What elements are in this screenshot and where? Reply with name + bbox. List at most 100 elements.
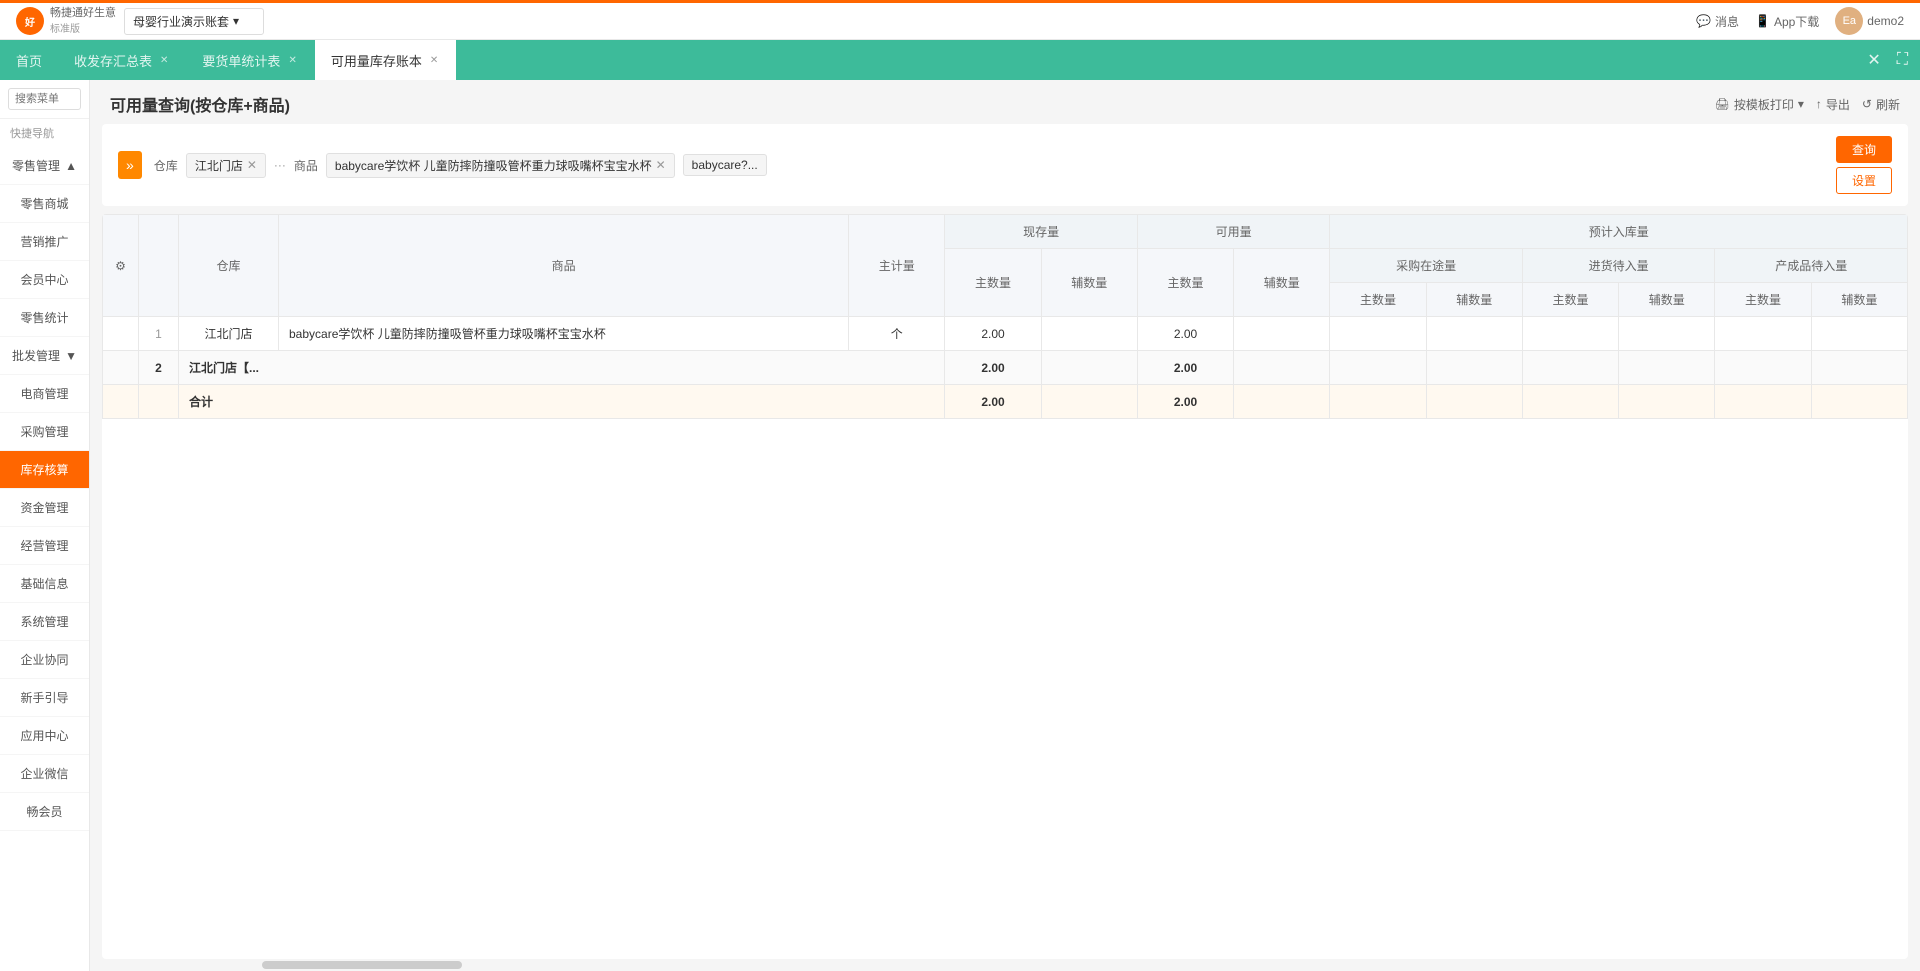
tab-available-stock[interactable]: 可用量库存账本 ✕ <box>315 40 456 80</box>
sidebar-item-zero-stats-label: 零售统计 <box>20 309 68 326</box>
th-available-aux: 辅数量 <box>1234 249 1330 317</box>
product-tag-2-label: babycare?... <box>692 158 758 172</box>
content-area: 可用量查询(按仓库+商品) 🖨 按模板打印 ▾ ↑ 导出 ↺ 刷新 » <box>90 80 1920 971</box>
data-table: ⚙ 仓库 商品 主计量 现存量 可用量 预计入库量 主数量 辅数量 主数量 辅数… <box>102 214 1908 419</box>
tab-receive-summary-close[interactable]: ✕ <box>158 53 170 68</box>
sidebar-item-purchase[interactable]: 采购管理 <box>0 413 89 451</box>
search-input[interactable] <box>8 88 81 110</box>
query-button[interactable]: 查询 <box>1836 136 1892 163</box>
td-production-main <box>1715 317 1811 351</box>
refresh-action[interactable]: ↺ 刷新 <box>1862 96 1900 113</box>
group-incoming-aux <box>1619 351 1715 385</box>
quick-nav-label: 快捷导航 <box>0 119 89 147</box>
th-incoming-aux: 辅数量 <box>1619 283 1715 317</box>
sidebar-item-newbie[interactable]: 新手引导 <box>0 679 89 717</box>
logo-text-area: 畅捷通好生意 标准版 <box>50 7 116 35</box>
sidebar-item-zero-sales[interactable]: 零售管理 ▲ <box>0 147 89 185</box>
tab-home[interactable]: 首页 <box>0 40 58 80</box>
td-incoming-main <box>1522 317 1618 351</box>
td-product: babycare学饮杯 儿童防摔防撞吸管杯重力球吸嘴杯宝宝水杯 <box>279 317 849 351</box>
sidebar-item-marketing-label: 营销推广 <box>20 233 68 250</box>
group-settings <box>103 351 139 385</box>
sidebar-item-member-label: 畅会员 <box>26 803 62 820</box>
tab-available-stock-label: 可用量库存账本 <box>331 51 422 70</box>
td-settings <box>103 317 139 351</box>
sidebar-item-enterprise-label: 企业协同 <box>20 651 68 668</box>
sidebar-item-system-label: 系统管理 <box>20 613 68 630</box>
group-available-aux <box>1234 351 1330 385</box>
sidebar-item-marketing[interactable]: 营销推广 <box>0 223 89 261</box>
nav-tabs-actions: ✕ ⛶ <box>1863 46 1920 74</box>
sidebar-item-ecommerce[interactable]: 电商管理 <box>0 375 89 413</box>
top-bar-right: 💬 消息 📱 App下载 Ea demo2 <box>1696 7 1904 35</box>
main-layout: 快捷导航 零售管理 ▲ 零售商城 营销推广 会员中心 零售统计 批发管理 ▼ 电… <box>0 80 1920 971</box>
footer-purchase-aux <box>1426 385 1522 419</box>
group-index: 2 <box>139 351 179 385</box>
td-production-aux <box>1811 317 1907 351</box>
horizontal-scrollbar[interactable] <box>262 961 462 969</box>
sidebar-item-zero-shop-label: 零售商城 <box>20 195 68 212</box>
warehouse-more[interactable]: ··· <box>274 158 286 172</box>
industry-selector[interactable]: 母婴行业演示账套 ▾ <box>124 8 264 35</box>
group-current-main: 2.00 <box>945 351 1041 385</box>
print-action[interactable]: 🖨 按模板打印 ▾ <box>1715 96 1804 113</box>
user-action[interactable]: Ea demo2 <box>1835 7 1904 35</box>
app-download-action[interactable]: 📱 App下载 <box>1755 13 1819 30</box>
settings-button[interactable]: 设置 <box>1836 167 1892 194</box>
maximize-btn[interactable]: ⛶ <box>1893 47 1912 73</box>
message-action[interactable]: 💬 消息 <box>1696 13 1739 30</box>
warehouse-tag-remove[interactable]: ✕ <box>247 158 257 172</box>
sidebar-item-member[interactable]: 畅会员 <box>0 793 89 831</box>
th-current-main: 主数量 <box>945 249 1041 317</box>
close-tab-btn[interactable]: ✕ <box>1863 46 1884 74</box>
message-icon: 💬 <box>1696 14 1711 28</box>
sidebar-item-finance[interactable]: 资金管理 <box>0 489 89 527</box>
filter-expand-btn[interactable]: » <box>118 151 142 179</box>
sidebar-item-batch-mgmt[interactable]: 批发管理 ▼ <box>0 337 89 375</box>
sidebar-item-purchase-label: 采购管理 <box>20 423 68 440</box>
th-expected-group: 预计入库量 <box>1330 215 1908 249</box>
sidebar-item-basics-label: 基础信息 <box>20 575 68 592</box>
td-purchase-aux <box>1426 317 1522 351</box>
dropdown-icon: ▾ <box>233 14 239 28</box>
tab-home-label: 首页 <box>16 51 42 70</box>
sidebar-item-apps[interactable]: 应用中心 <box>0 717 89 755</box>
th-unit: 主计量 <box>849 215 945 317</box>
footer-current-aux <box>1041 385 1137 419</box>
export-action[interactable]: ↑ 导出 <box>1816 96 1850 113</box>
th-available-group: 可用量 <box>1137 215 1330 249</box>
export-label: 导出 <box>1826 96 1850 113</box>
th-product: 商品 <box>279 215 849 317</box>
sidebar-item-system[interactable]: 系统管理 <box>0 603 89 641</box>
product-tag-1-remove[interactable]: ✕ <box>656 158 666 172</box>
sidebar-item-inventory[interactable]: 库存核算 <box>0 451 89 489</box>
sidebar-item-operations[interactable]: 经营管理 <box>0 527 89 565</box>
sidebar-item-wechat[interactable]: 企业微信 <box>0 755 89 793</box>
sidebar-item-zero-stats[interactable]: 零售统计 <box>0 299 89 337</box>
footer-index <box>139 385 179 419</box>
sidebar-item-finance-label: 资金管理 <box>20 499 68 516</box>
refresh-icon: ↺ <box>1862 97 1872 111</box>
sidebar-item-inventory-label: 库存核算 <box>20 461 68 478</box>
footer-available-aux <box>1234 385 1330 419</box>
group-warehouse: 江北门店【... <box>179 351 945 385</box>
sidebar-item-members[interactable]: 会员中心 <box>0 261 89 299</box>
page-title: 可用量查询(按仓库+商品) <box>110 92 290 116</box>
sidebar-item-zero-sales-label: 零售管理 <box>12 157 60 174</box>
tab-receive-summary[interactable]: 收发存汇总表 ✕ <box>58 40 186 80</box>
tab-demand-stats-close[interactable]: ✕ <box>286 53 298 68</box>
tab-receive-summary-label: 收发存汇总表 <box>74 51 152 70</box>
td-available-aux <box>1234 317 1330 351</box>
footer-current-main: 2.00 <box>945 385 1041 419</box>
th-settings[interactable]: ⚙ <box>103 215 139 317</box>
nav-tabs: 首页 收发存汇总表 ✕ 要货单统计表 ✕ 可用量库存账本 ✕ ✕ ⛶ <box>0 40 1920 80</box>
warehouse-tag-label: 江北门店 <box>195 157 243 174</box>
logo-area: 好 畅捷通好生意 标准版 <box>16 7 116 35</box>
sidebar-item-zero-shop[interactable]: 零售商城 <box>0 185 89 223</box>
tab-demand-stats-label: 要货单统计表 <box>202 51 280 70</box>
sidebar-item-basics[interactable]: 基础信息 <box>0 565 89 603</box>
tab-demand-stats[interactable]: 要货单统计表 ✕ <box>186 40 314 80</box>
tab-available-stock-close[interactable]: ✕ <box>428 53 440 68</box>
footer-available-main: 2.00 <box>1137 385 1233 419</box>
sidebar-item-enterprise[interactable]: 企业协同 <box>0 641 89 679</box>
